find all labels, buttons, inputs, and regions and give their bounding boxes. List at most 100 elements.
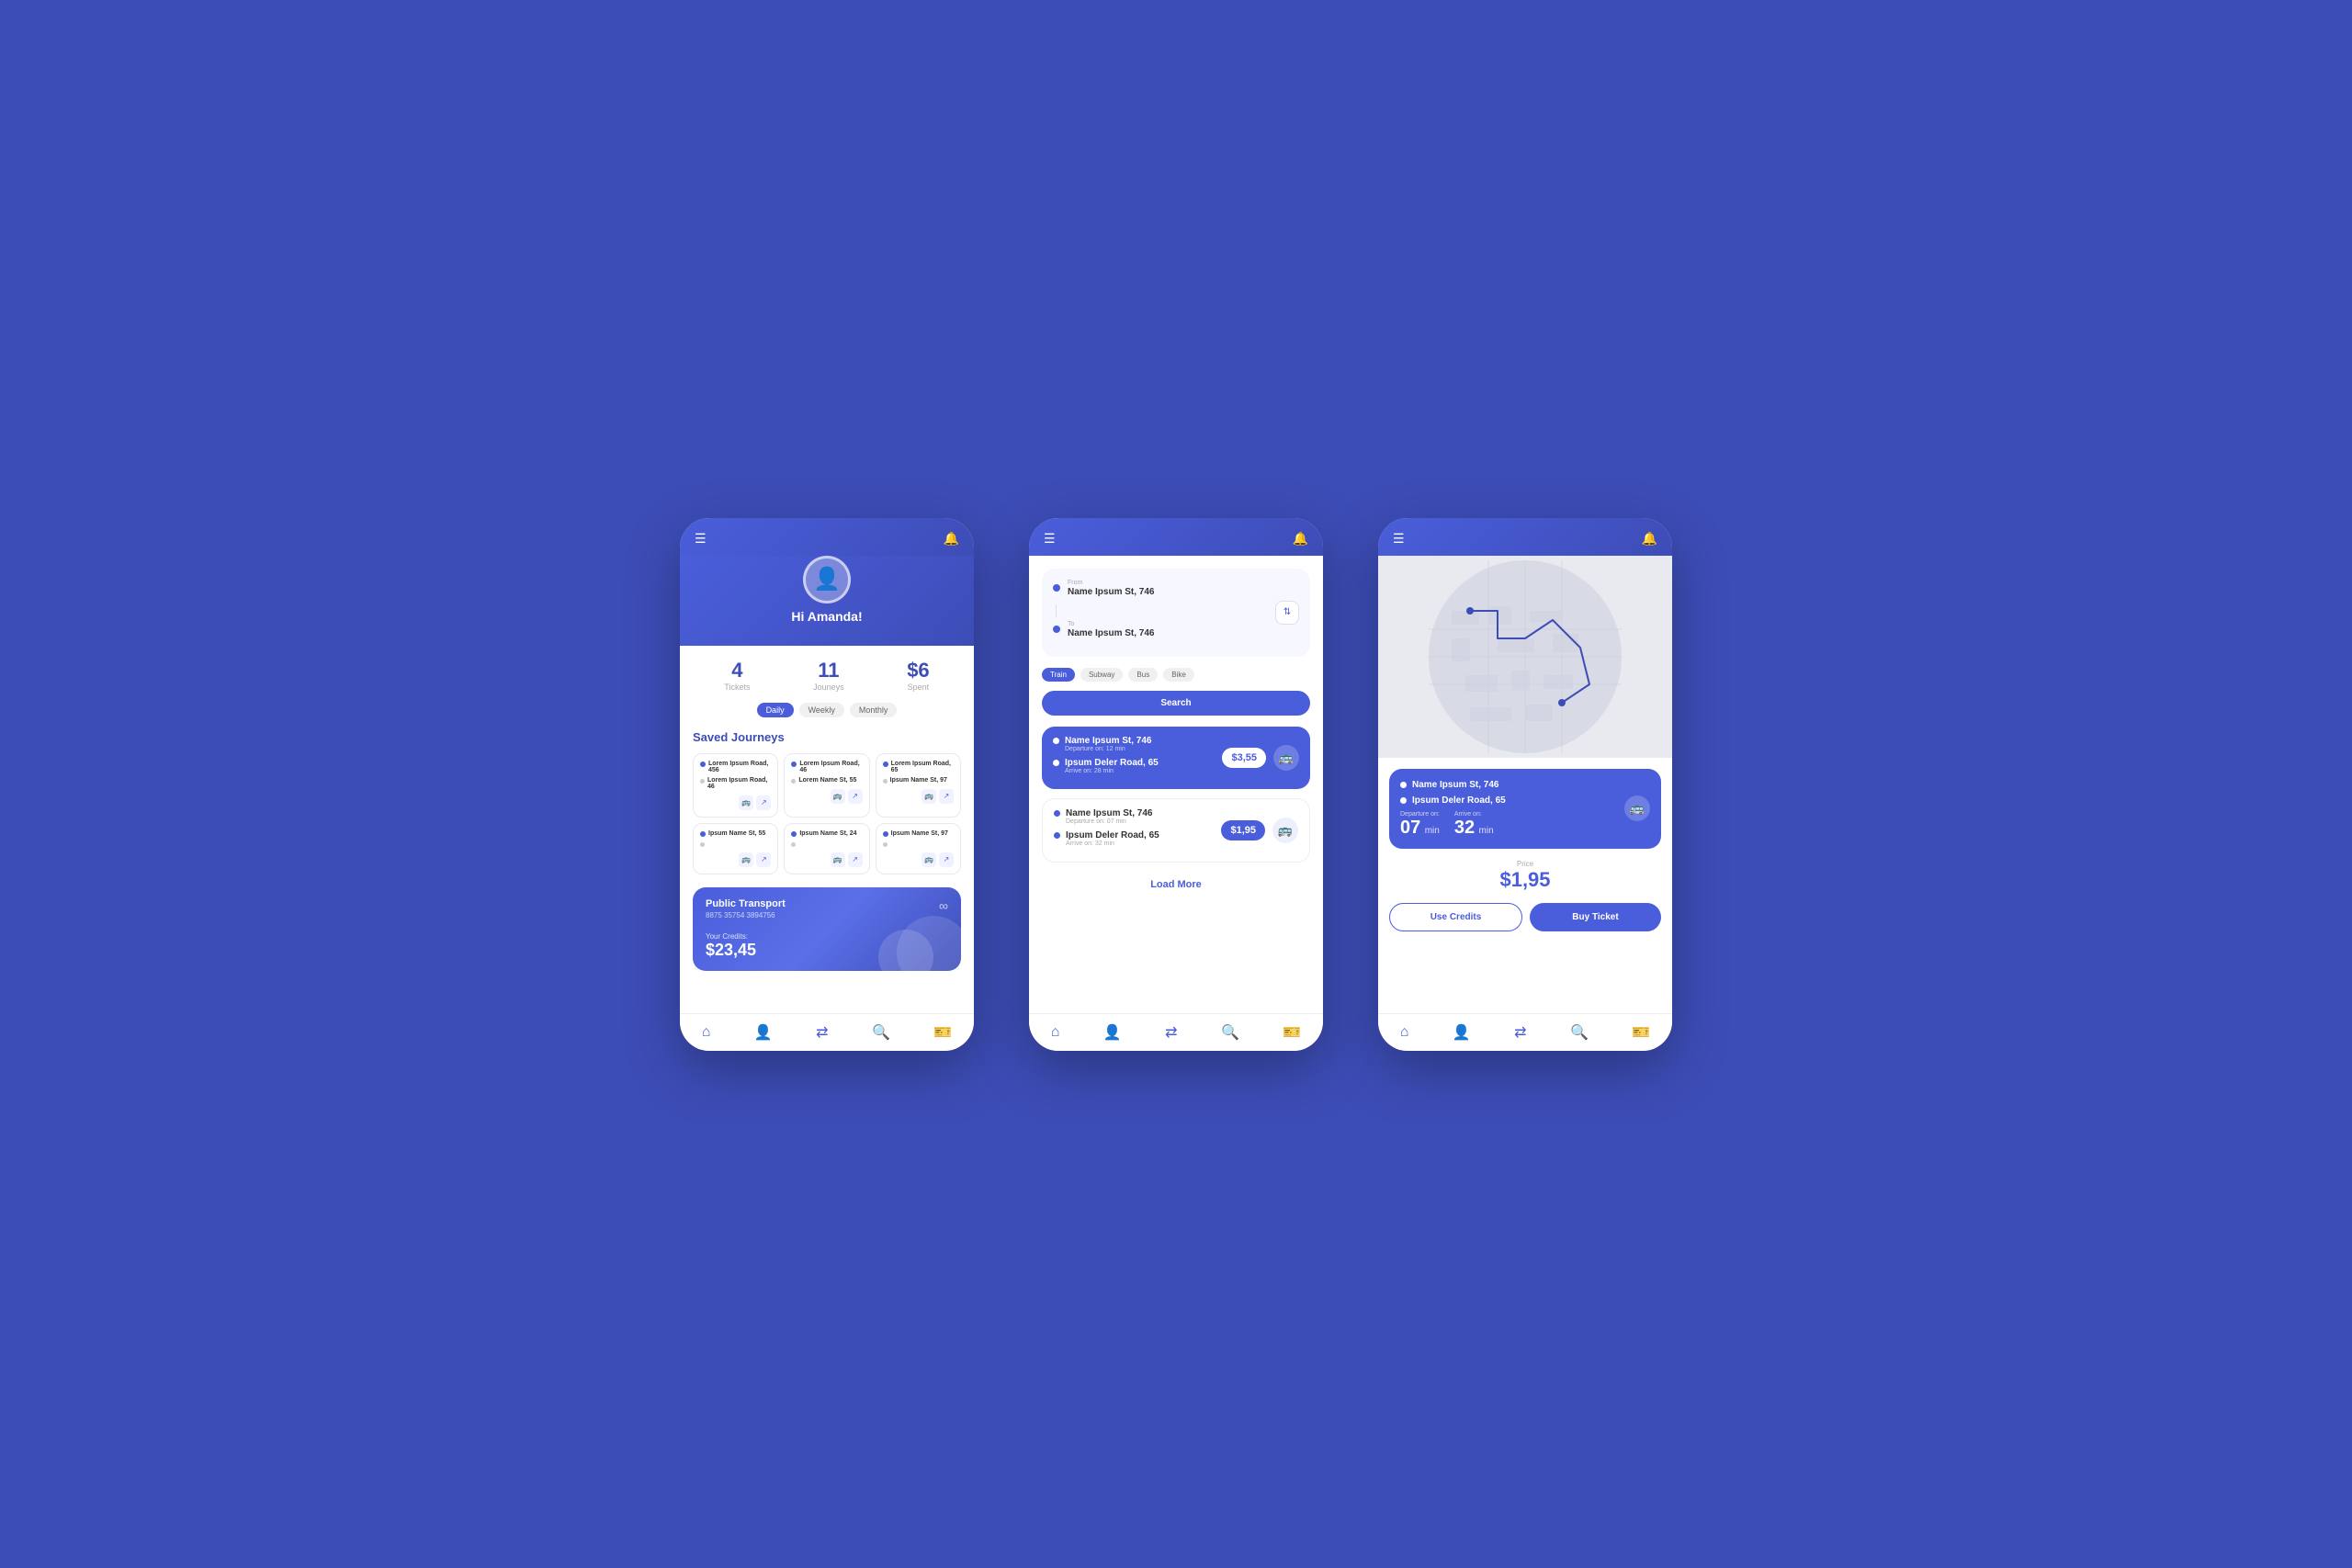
detail-bus-icon: 🚌	[1624, 795, 1650, 821]
filter-bike[interactable]: Bike	[1163, 668, 1194, 682]
screen1-phone: ☰ 🔔 👤 Hi Amanda! 4 Tickets 11 Jouneys	[680, 518, 974, 1051]
nav-search-icon[interactable]: 🔍	[872, 1023, 890, 1042]
stop-to-2: Ipsum Deler Road, 65 Arrive on: 32 min	[1054, 830, 1214, 847]
journey-nav-icon4[interactable]: ↗	[756, 852, 771, 867]
tab-daily[interactable]: Daily	[757, 703, 794, 717]
screen3-content: Name Ipsum St, 746 Ipsum Deler Road, 65 …	[1378, 556, 1672, 1051]
list-item[interactable]: Ipsum Name St, 97 🚌 ↗	[876, 823, 961, 874]
to-field[interactable]: To Name Ipsum St, 746	[1053, 621, 1299, 638]
arrive-label: Arrive on:	[1454, 811, 1494, 818]
screen3-phone: ☰ 🔔	[1378, 518, 1672, 1051]
bell-icon-3[interactable]: 🔔	[1642, 531, 1657, 547]
journey-bus-icon[interactable]: 🚌	[739, 795, 753, 810]
nav-home-icon[interactable]: ⌂	[702, 1024, 711, 1041]
journey-nav-icon2[interactable]: ↗	[848, 789, 863, 804]
filter-train[interactable]: Train	[1042, 668, 1075, 682]
buy-ticket-button[interactable]: Buy Ticket	[1530, 903, 1661, 931]
arrive-value: 32	[1454, 818, 1475, 838]
route-result-1-inner: Name Ipsum St, 746 Departure on: 12 min …	[1042, 727, 1310, 789]
bus-icon-2: 🚌	[1272, 818, 1298, 843]
from-field[interactable]: From Name Ipsum St, 746	[1053, 580, 1299, 597]
journey-nav-icon6[interactable]: ↗	[939, 852, 954, 867]
journeys-stat: 11 Jouneys	[813, 659, 844, 692]
journey-nav-icon[interactable]: ↗	[756, 795, 771, 810]
nav-search-icon-2[interactable]: 🔍	[1221, 1023, 1239, 1042]
profile-section: 👤 Hi Amanda!	[680, 556, 974, 646]
journeys-label: Jouneys	[813, 682, 844, 692]
stop-dot-to-1	[1053, 760, 1059, 766]
use-credits-button[interactable]: Use Credits	[1389, 903, 1522, 931]
swap-button[interactable]: ⇅	[1275, 601, 1299, 625]
list-item[interactable]: Lorem Ipsum Road, 456 Lorem Ipsum Road, …	[693, 753, 778, 818]
nav-ticket-icon-2[interactable]: 🎫	[1283, 1023, 1301, 1042]
arrive-time-block: Arrive on: 32 min	[1454, 811, 1494, 838]
journey-bus-icon3[interactable]: 🚌	[922, 789, 936, 804]
avatar: 👤	[803, 556, 851, 604]
menu-icon[interactable]: ☰	[695, 531, 707, 547]
bottom-nav-3: ⌂ 👤 ⇄ 🔍 🎫	[1378, 1013, 1672, 1051]
price-value: $1,95	[1389, 868, 1661, 892]
route-result-2-inner: Name Ipsum St, 746 Departure on: 07 min …	[1043, 799, 1309, 862]
menu-icon-3[interactable]: ☰	[1393, 531, 1405, 547]
list-item[interactable]: Lorem Ipsum Road, 46 Lorem Name St, 55 🚌…	[784, 753, 869, 818]
tab-monthly[interactable]: Monthly	[850, 703, 898, 717]
map-svg	[1378, 556, 1672, 758]
menu-icon-2[interactable]: ☰	[1044, 531, 1056, 547]
bell-icon-2[interactable]: 🔔	[1293, 531, 1308, 547]
detail-stop-from: Name Ipsum St, 746	[1400, 780, 1617, 790]
nav-user-icon[interactable]: 👤	[754, 1023, 773, 1042]
departure-value: 07	[1400, 818, 1420, 838]
screen3-body: Name Ipsum St, 746 Ipsum Deler Road, 65 …	[1378, 758, 1672, 1013]
nav-user-icon-2[interactable]: 👤	[1103, 1023, 1122, 1042]
tickets-number: 4	[724, 659, 750, 682]
nav-home-icon-3[interactable]: ⌂	[1400, 1024, 1409, 1041]
journeys-number: 11	[813, 659, 844, 682]
spent-label: Spent	[907, 682, 929, 692]
stop-from-1: Name Ipsum St, 746 Departure on: 12 min	[1053, 736, 1215, 752]
nav-home-icon-2[interactable]: ⌂	[1051, 1024, 1060, 1041]
nav-transfer-icon[interactable]: ⇄	[816, 1023, 828, 1042]
tab-weekly[interactable]: Weekly	[799, 703, 844, 717]
period-tabs: Daily Weekly Monthly	[693, 703, 961, 717]
screen2-body: From Name Ipsum St, 746 To Name Ipsum St…	[1029, 556, 1323, 1013]
journey-nav-icon3[interactable]: ↗	[939, 789, 954, 804]
transport-card: ∞ Public Transport 8875 35754 3894756 Yo…	[693, 887, 961, 971]
card-circle2	[897, 916, 961, 971]
list-item[interactable]: Lorem Ipsum Road, 65 Ipsum Name St, 97 🚌…	[876, 753, 961, 818]
tickets-stat: 4 Tickets	[724, 659, 750, 692]
screen1-content: 👤 Hi Amanda! 4 Tickets 11 Jouneys $6 Spe…	[680, 556, 974, 1051]
journey-bus-icon5[interactable]: 🚌	[831, 852, 845, 867]
nav-search-icon-3[interactable]: 🔍	[1570, 1023, 1589, 1042]
search-button[interactable]: Search	[1042, 691, 1310, 716]
stop-dot-from-2	[1054, 810, 1060, 817]
departure-unit: min	[1425, 826, 1440, 836]
route-result-2[interactable]: Name Ipsum St, 746 Departure on: 07 min …	[1042, 798, 1310, 863]
nav-user-icon-3[interactable]: 👤	[1453, 1023, 1471, 1042]
from-dot	[1053, 584, 1060, 592]
list-item[interactable]: Ipsum Name St, 24 🚌 ↗	[784, 823, 869, 874]
detail-from-name: Name Ipsum St, 746	[1412, 780, 1498, 790]
journey-grid: Lorem Ipsum Road, 456 Lorem Ipsum Road, …	[693, 753, 961, 874]
nav-transfer-icon-2[interactable]: ⇄	[1165, 1023, 1177, 1042]
load-more-button[interactable]: Load More	[1042, 872, 1310, 897]
stop-from-2: Name Ipsum St, 746 Departure on: 07 min	[1054, 808, 1214, 825]
bottom-nav-2: ⌂ 👤 ⇄ 🔍 🎫	[1029, 1013, 1323, 1051]
nav-ticket-icon-3[interactable]: 🎫	[1632, 1023, 1650, 1042]
filter-subway[interactable]: Subway	[1080, 668, 1123, 682]
price-section: Price $1,95	[1389, 860, 1661, 892]
bell-icon[interactable]: 🔔	[944, 531, 959, 547]
nav-transfer-icon-3[interactable]: ⇄	[1514, 1023, 1526, 1042]
nav-ticket-icon[interactable]: 🎫	[933, 1023, 952, 1042]
filter-bus[interactable]: Bus	[1128, 668, 1158, 682]
stop-dot-from-1	[1053, 738, 1059, 744]
stats-row: 4 Tickets 11 Jouneys $6 Spent	[693, 659, 961, 692]
bottom-nav-1: ⌂ 👤 ⇄ 🔍 🎫	[680, 1013, 974, 1051]
greeting-text: Hi Amanda!	[791, 609, 862, 624]
to-dot	[1053, 626, 1060, 633]
route-result-1[interactable]: Name Ipsum St, 746 Departure on: 12 min …	[1042, 727, 1310, 789]
journey-bus-icon2[interactable]: 🚌	[831, 789, 845, 804]
journey-bus-icon4[interactable]: 🚌	[739, 852, 753, 867]
list-item[interactable]: Ipsum Name St, 55 🚌 ↗	[693, 823, 778, 874]
journey-nav-icon5[interactable]: ↗	[848, 852, 863, 867]
journey-bus-icon6[interactable]: 🚌	[922, 852, 936, 867]
